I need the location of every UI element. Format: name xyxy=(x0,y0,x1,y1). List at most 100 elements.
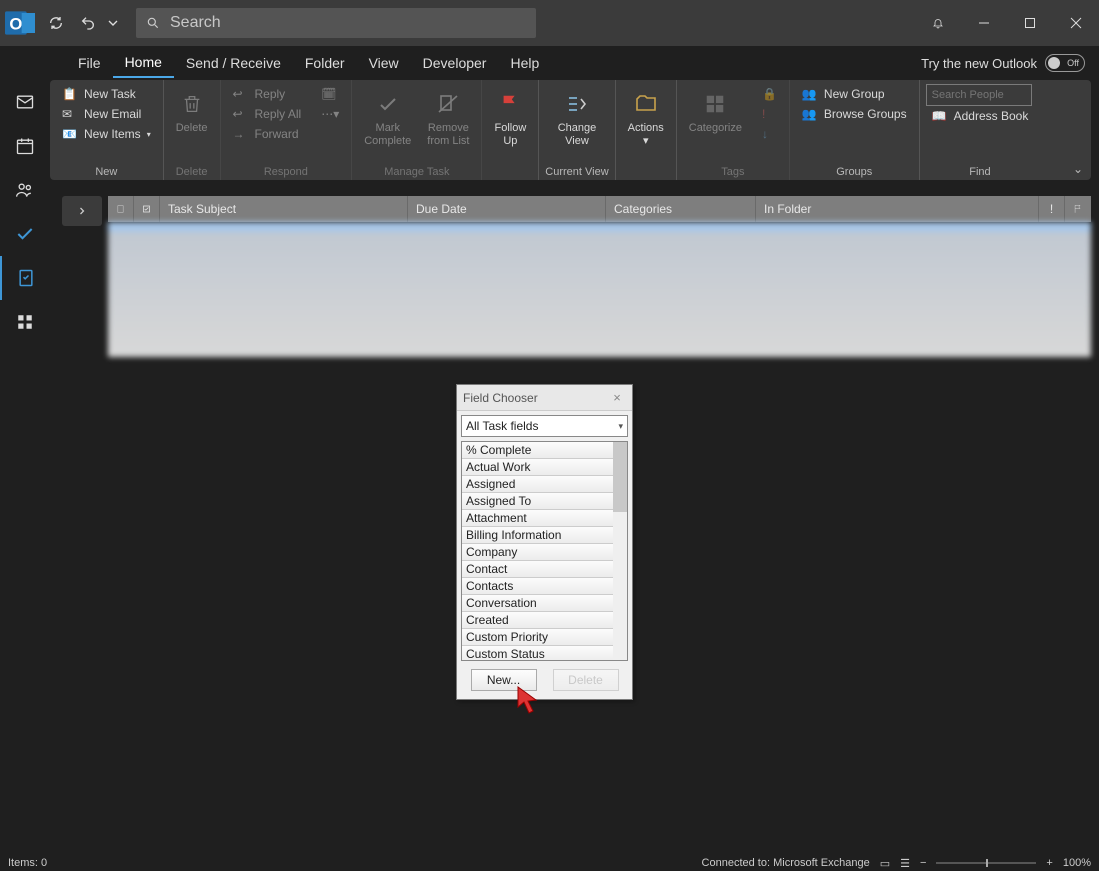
group-respond-label: Respond xyxy=(264,166,308,180)
maximize-button[interactable] xyxy=(1007,0,1053,46)
reply-icon: ↩ xyxy=(233,87,249,101)
group-groups-label: Groups xyxy=(836,166,872,180)
col-flag[interactable] xyxy=(1065,196,1091,222)
private-icon[interactable]: 🔒 xyxy=(756,84,783,104)
menu-developer[interactable]: Developer xyxy=(411,49,499,77)
categorize-button[interactable]: Categorize xyxy=(683,84,748,137)
low-importance-icon[interactable]: ↓ xyxy=(756,124,783,144)
group-new-label: New xyxy=(95,166,117,180)
high-importance-icon[interactable]: ! xyxy=(756,104,783,124)
view-normal-icon[interactable]: ▭ xyxy=(880,857,890,870)
new-email-button[interactable]: ✉New Email xyxy=(56,104,157,124)
group-groups: 👥New Group 👥Browse Groups Groups xyxy=(790,80,920,180)
status-connection: Connected to: Microsoft Exchange xyxy=(702,857,870,869)
delete-button[interactable]: Delete xyxy=(170,84,214,137)
mail-icon[interactable] xyxy=(0,80,50,124)
try-new-outlook-label: Try the new Outlook xyxy=(921,56,1037,71)
trash-icon xyxy=(181,86,203,122)
field-chooser-close-button[interactable]: × xyxy=(608,389,626,407)
field-item[interactable]: Company xyxy=(462,544,627,561)
try-new-outlook-toggle[interactable]: Off xyxy=(1045,54,1085,72)
notifications-icon[interactable] xyxy=(915,0,961,46)
zoom-slider[interactable] xyxy=(936,862,1036,864)
more-apps-icon[interactable] xyxy=(0,300,50,344)
field-item[interactable]: Custom Status xyxy=(462,646,627,661)
meeting-icon[interactable]: 🗓 xyxy=(315,84,345,104)
field-chooser-new-button[interactable]: New... xyxy=(471,669,537,691)
field-item[interactable]: Attachment xyxy=(462,510,627,527)
remove-icon xyxy=(436,86,460,122)
undo-icon[interactable] xyxy=(72,7,104,39)
categorize-icon xyxy=(704,86,726,122)
people-plus-icon: 👥 xyxy=(802,87,818,101)
field-item[interactable]: Created xyxy=(462,612,627,629)
group-actions: Actions▾ xyxy=(616,80,677,180)
field-chooser-list: % Complete Actual Work Assigned Assigned… xyxy=(461,441,628,661)
field-item[interactable]: % Complete xyxy=(462,442,627,459)
task-icon: 📋 xyxy=(62,87,78,101)
close-button[interactable] xyxy=(1053,0,1099,46)
field-item[interactable]: Contact xyxy=(462,561,627,578)
col-categories[interactable]: Categories xyxy=(606,196,756,222)
try-new-outlook: Try the new Outlook Off xyxy=(921,54,1099,72)
window-controls xyxy=(961,0,1099,46)
field-item[interactable]: Conversation xyxy=(462,595,627,612)
menu-view[interactable]: View xyxy=(357,49,411,77)
new-items-button[interactable]: 📧New Items▾ xyxy=(56,124,157,144)
zoom-in-icon[interactable]: + xyxy=(1046,857,1052,869)
address-book-button[interactable]: 📖Address Book xyxy=(926,106,1035,126)
group-delete-label: Delete xyxy=(176,166,208,180)
field-item[interactable]: Billing Information xyxy=(462,527,627,544)
field-chooser-category-select[interactable]: All Task fields ▾ xyxy=(461,415,628,437)
field-item[interactable]: Assigned xyxy=(462,476,627,493)
refresh-icon[interactable] xyxy=(40,7,72,39)
tasks-check-icon[interactable] xyxy=(0,212,50,256)
new-task-button[interactable]: 📋New Task xyxy=(56,84,157,104)
field-chooser-titlebar[interactable]: Field Chooser × xyxy=(457,385,632,411)
menu-help[interactable]: Help xyxy=(498,49,551,77)
calendar-icon[interactable] xyxy=(0,124,50,168)
reply-all-button[interactable]: ↩Reply All xyxy=(227,104,308,124)
group-follow-up: Follow Up xyxy=(482,80,538,180)
field-item[interactable]: Actual Work xyxy=(462,459,627,476)
col-priority[interactable]: ! xyxy=(1039,196,1065,222)
left-navigation-rail xyxy=(0,80,50,344)
svg-text:O: O xyxy=(9,15,22,34)
remove-from-list-button[interactable]: Remove from List xyxy=(421,84,475,150)
new-group-button[interactable]: 👥New Group xyxy=(796,84,913,104)
dropdown-icon[interactable] xyxy=(104,7,122,39)
zoom-out-icon[interactable]: − xyxy=(920,857,926,869)
reply-button[interactable]: ↩Reply xyxy=(227,84,308,104)
people-icon[interactable] xyxy=(0,168,50,212)
follow-up-button[interactable]: Follow Up xyxy=(488,84,532,150)
todo-icon[interactable] xyxy=(0,256,50,300)
field-item[interactable]: Assigned To xyxy=(462,493,627,510)
col-in-folder[interactable]: In Folder xyxy=(756,196,1039,222)
col-complete[interactable] xyxy=(134,196,160,222)
more-respond-icon[interactable]: ⋯▾ xyxy=(315,104,345,124)
forward-button[interactable]: →Forward xyxy=(227,124,308,144)
field-chooser-delete-button[interactable]: Delete xyxy=(553,669,619,691)
col-icon[interactable] xyxy=(108,196,134,222)
group-respond: ↩Reply ↩Reply All →Forward 🗓 ⋯▾ Respond xyxy=(221,80,353,180)
expand-navigation-button[interactable] xyxy=(62,196,102,226)
global-search-input[interactable]: Search xyxy=(136,8,536,38)
change-view-icon xyxy=(565,86,589,122)
menu-home[interactable]: Home xyxy=(113,48,174,78)
col-due-date[interactable]: Due Date xyxy=(408,196,606,222)
view-reading-icon[interactable]: ☰ xyxy=(900,857,910,870)
search-people-input[interactable] xyxy=(926,84,1032,106)
field-item[interactable]: Custom Priority xyxy=(462,629,627,646)
col-task-subject[interactable]: Task Subject xyxy=(160,196,408,222)
field-item[interactable]: Contacts xyxy=(462,578,627,595)
ribbon-expand-icon[interactable]: ⌄ xyxy=(1073,162,1083,176)
mark-complete-button[interactable]: Mark Complete xyxy=(358,84,417,150)
actions-button[interactable]: Actions▾ xyxy=(622,84,670,150)
browse-groups-button[interactable]: 👥Browse Groups xyxy=(796,104,913,124)
menu-file[interactable]: File xyxy=(66,49,113,77)
field-chooser-scrollbar[interactable] xyxy=(613,442,627,660)
minimize-button[interactable] xyxy=(961,0,1007,46)
menu-folder[interactable]: Folder xyxy=(293,49,357,77)
menu-send-receive[interactable]: Send / Receive xyxy=(174,49,293,77)
change-view-button[interactable]: Change View xyxy=(552,84,603,150)
